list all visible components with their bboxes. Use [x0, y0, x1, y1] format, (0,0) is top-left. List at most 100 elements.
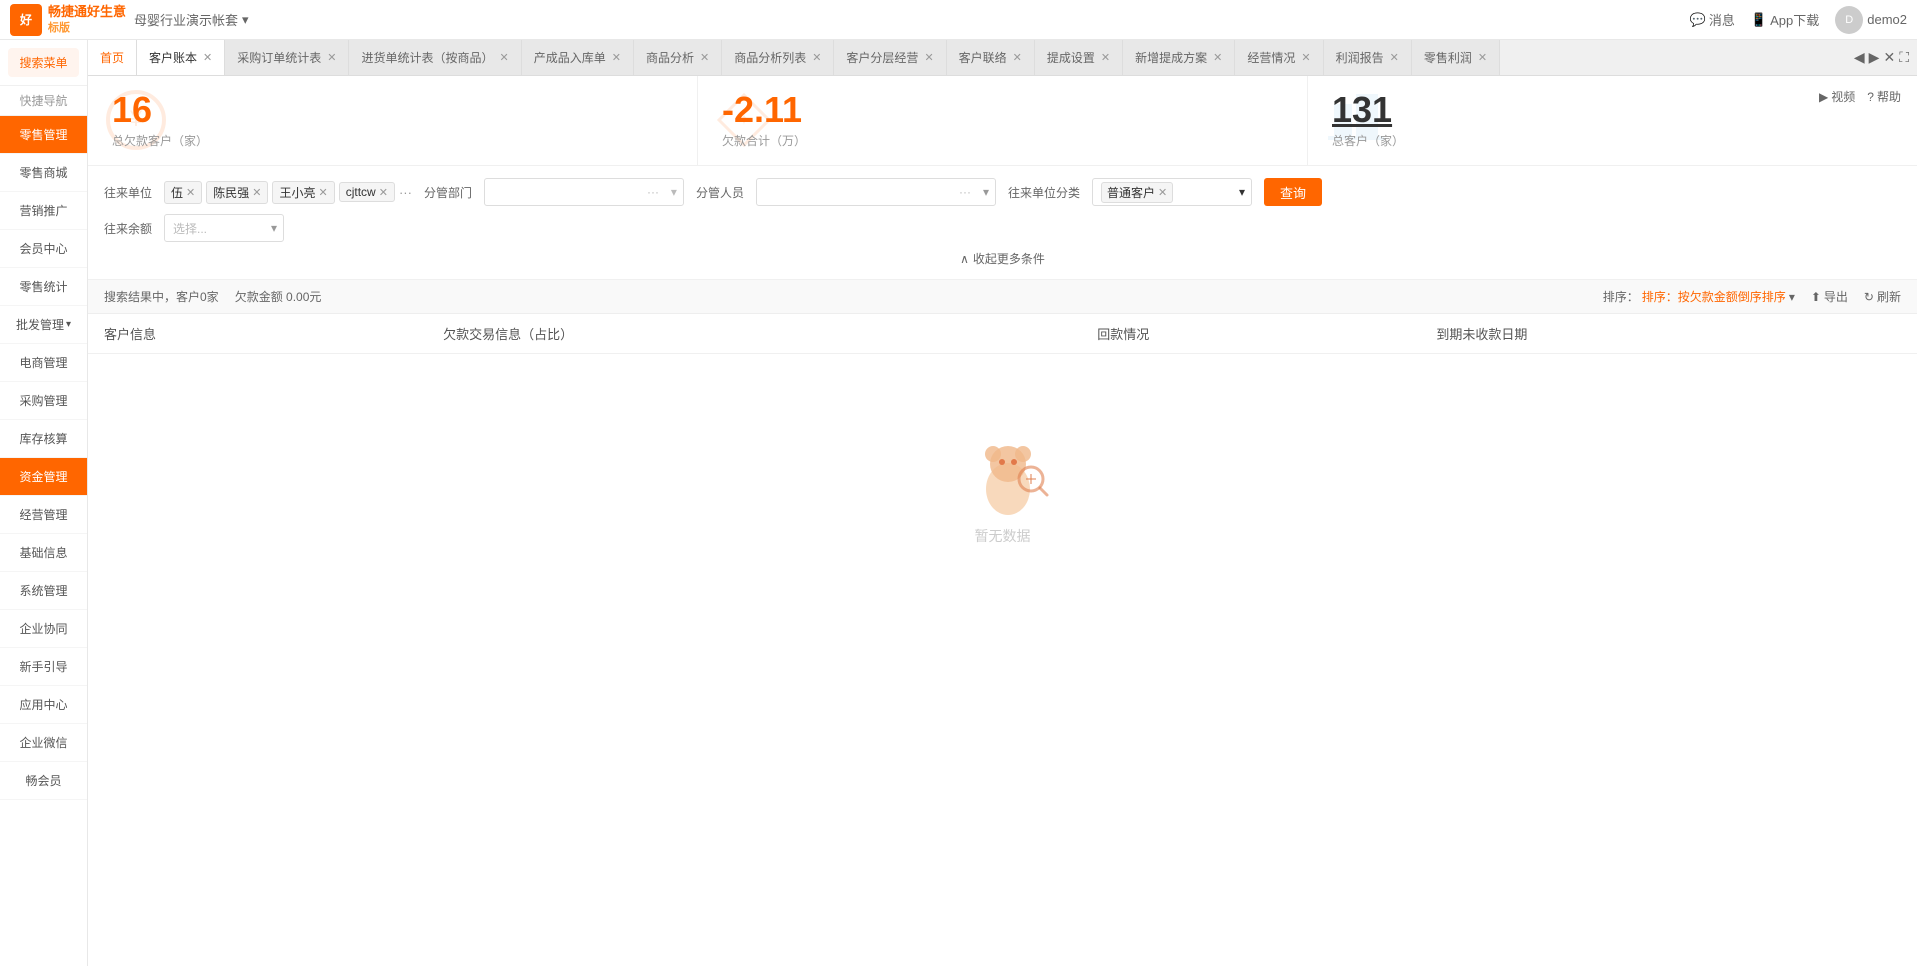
sort-label: 排序：按欠款金额倒序排序 — [1642, 288, 1786, 305]
person-clear-icon[interactable]: ··· — [959, 185, 971, 199]
app-download-link[interactable]: 📱 App下载 — [1751, 10, 1819, 29]
tab-close-icon[interactable]: ✕ — [1478, 51, 1487, 64]
sidebar: 搜索菜单 快捷导航 零售管理 零售商城 营销推广 会员中心 零售统计 批发管理 … — [0, 40, 88, 966]
message-link[interactable]: 💬 消息 — [1690, 10, 1735, 29]
sidebar-item-label: 新手引导 — [19, 660, 67, 674]
tab-next-icon[interactable]: ▶ — [1869, 49, 1880, 66]
tab-close-icon[interactable]: ✕ — [612, 51, 621, 64]
sidebar-item-retail-mgmt[interactable]: 零售管理 — [0, 116, 87, 154]
sidebar-item-app-center[interactable]: 应用中心 — [0, 686, 87, 724]
sidebar-item-wholesale[interactable]: 批发管理 ▾ — [0, 306, 87, 344]
sidebar-item-ecommerce[interactable]: 电商管理 — [0, 344, 87, 382]
sidebar-item-label: 企业协同 — [19, 622, 67, 636]
tab-label: 产成品入库单 — [534, 49, 606, 66]
tab-retail-profit[interactable]: 零售利润 ✕ — [1412, 40, 1500, 76]
tab-close-all-icon[interactable]: ✕ — [1883, 49, 1895, 66]
play-icon: ▶ — [1819, 90, 1828, 104]
logo-brand: 畅捷通好生意 标版 — [48, 4, 126, 36]
tab-home[interactable]: 首页 — [88, 40, 137, 76]
classify-select[interactable]: 普通客户 ✕ ▾ — [1092, 178, 1252, 206]
tab-prev-icon[interactable]: ◀ — [1854, 49, 1865, 66]
tab-close-icon[interactable]: ✕ — [203, 51, 212, 64]
classify-tag-remove[interactable]: ✕ — [1158, 186, 1167, 199]
sidebar-item-basic-info[interactable]: 基础信息 — [0, 534, 87, 572]
sidebar-item-member[interactable]: 会员中心 — [0, 230, 87, 268]
tab-close-icon[interactable]: ✕ — [1301, 51, 1310, 64]
sidebar-item-capital[interactable]: 资金管理 — [0, 458, 87, 496]
dept-clear-icon[interactable]: ··· — [647, 185, 659, 199]
dept-filter-label: 分管部门 — [424, 184, 472, 201]
collapse-row: ∧ 收起更多条件 — [104, 246, 1901, 267]
export-button[interactable]: ⬆ 导出 — [1811, 288, 1848, 305]
sort-select[interactable]: 排序： 排序：按欠款金额倒序排序 ▾ — [1603, 288, 1795, 305]
account-name: 母婴行业演示帐套 — [134, 10, 238, 29]
tab-close-icon[interactable]: ✕ — [327, 51, 336, 64]
quick-nav-button[interactable]: 快捷导航 — [0, 86, 87, 116]
unit-tag-wang-remove[interactable]: ✕ — [319, 186, 328, 199]
tab-close-icon[interactable]: ✕ — [1213, 51, 1222, 64]
unit-tag-wu-remove[interactable]: ✕ — [186, 186, 195, 199]
sidebar-item-enterprise-coop[interactable]: 企业协同 — [0, 610, 87, 648]
sidebar-item-label: 采购管理 — [19, 394, 67, 408]
unit-tags-more[interactable]: ··· — [399, 185, 412, 200]
unit-tag-chen-remove[interactable]: ✕ — [252, 186, 261, 199]
sidebar-item-label: 电商管理 — [19, 356, 67, 370]
unit-tag-cjttcw-remove[interactable]: ✕ — [379, 186, 388, 199]
tab-close-icon[interactable]: ✕ — [500, 51, 509, 64]
unit-filter-label: 往来单位 — [104, 184, 152, 201]
dept-select[interactable]: ▾ ··· — [484, 178, 684, 206]
search-menu-button[interactable]: 搜索菜单 — [8, 48, 79, 77]
person-select[interactable]: ··· ▾ — [756, 178, 996, 206]
tab-close-icon[interactable]: ✕ — [812, 51, 821, 64]
tab-close-icon[interactable]: ✕ — [1013, 51, 1022, 64]
tab-product-analysis[interactable]: 商品分析 ✕ — [634, 40, 722, 76]
empty-text: 暂无数据 — [975, 526, 1031, 546]
page-content: ¥ 16 总欠款客户（家） ✦ — [88, 76, 1917, 966]
sidebar-item-enterprise-wechat[interactable]: 企业微信 — [0, 724, 87, 762]
tab-customer-contact[interactable]: 客户联络 ✕ — [947, 40, 1035, 76]
balance-dropdown-arrow-icon: ▾ — [271, 221, 277, 235]
filter-row-2: 往来余额 选择... ▾ — [104, 214, 1901, 242]
tab-new-promotion[interactable]: 新增提成方案 ✕ — [1123, 40, 1235, 76]
account-dropdown[interactable]: 母婴行业演示帐套 ▾ — [134, 10, 249, 29]
refresh-button[interactable]: ↻ 刷新 — [1864, 288, 1901, 305]
tab-purchase-stat[interactable]: 采购订单统计表 ✕ — [225, 40, 349, 76]
sidebar-item-operation[interactable]: 经营管理 — [0, 496, 87, 534]
sidebar-item-system[interactable]: 系统管理 — [0, 572, 87, 610]
tab-close-icon[interactable]: ✕ — [1390, 51, 1399, 64]
logo-main-text: 畅捷通好生意 — [48, 4, 126, 20]
sidebar-item-purchase[interactable]: 采购管理 — [0, 382, 87, 420]
sidebar-item-vip-member[interactable]: 畅会员 — [0, 762, 87, 800]
sidebar-item-retail-mall[interactable]: 零售商城 — [0, 154, 87, 192]
tab-close-icon[interactable]: ✕ — [924, 51, 933, 64]
tab-customer-capital[interactable]: 客户账本 ✕ — [137, 40, 225, 76]
user-info[interactable]: D demo2 — [1835, 6, 1907, 34]
tab-product-analysis-list[interactable]: 商品分析列表 ✕ — [722, 40, 834, 76]
tab-stock-stat[interactable]: 进货单统计表（按商品） ✕ — [349, 40, 521, 76]
balance-select[interactable]: 选择... ▾ — [164, 214, 284, 242]
tab-operation-status[interactable]: 经营情况 ✕ — [1235, 40, 1323, 76]
username: demo2 — [1867, 12, 1907, 27]
video-link[interactable]: ▶ 视频 — [1819, 88, 1855, 105]
tab-close-icon[interactable]: ✕ — [700, 51, 709, 64]
filter-area: 往来单位 伍 ✕ 陈民强 ✕ 王小亮 ✕ — [88, 166, 1917, 280]
help-link[interactable]: ? 帮助 — [1867, 88, 1901, 105]
sidebar-item-new-guide[interactable]: 新手引导 — [0, 648, 87, 686]
tab-bar: 首页 客户账本 ✕ 采购订单统计表 ✕ 进货单统计表（按商品） ✕ 产成品入库单… — [88, 40, 1917, 76]
sidebar-item-inventory[interactable]: 库存核算 — [0, 420, 87, 458]
tab-promotion-settings[interactable]: 提成设置 ✕ — [1035, 40, 1123, 76]
query-button[interactable]: 查询 — [1264, 178, 1322, 206]
tab-produce-in[interactable]: 产成品入库单 ✕ — [522, 40, 634, 76]
collapse-button[interactable]: ∧ 收起更多条件 — [960, 250, 1045, 267]
tab-profit-report[interactable]: 利润报告 ✕ — [1324, 40, 1412, 76]
sidebar-item-label: 会员中心 — [19, 242, 67, 256]
classify-filter-label: 往来单位分类 — [1008, 184, 1080, 201]
tab-customer-layer[interactable]: 客户分层经营 ✕ — [834, 40, 946, 76]
tab-fullscreen-icon[interactable]: ⛶ — [1899, 49, 1909, 66]
sidebar-item-retail-stat[interactable]: 零售统计 — [0, 268, 87, 306]
sidebar-item-marketing[interactable]: 营销推广 — [0, 192, 87, 230]
unit-filter-tags: 伍 ✕ 陈民强 ✕ 王小亮 ✕ cjttcw ✕ — [164, 181, 412, 204]
refresh-icon: ↻ — [1864, 290, 1874, 304]
tab-close-icon[interactable]: ✕ — [1101, 51, 1110, 64]
tab-label: 客户分层经营 — [846, 49, 918, 66]
